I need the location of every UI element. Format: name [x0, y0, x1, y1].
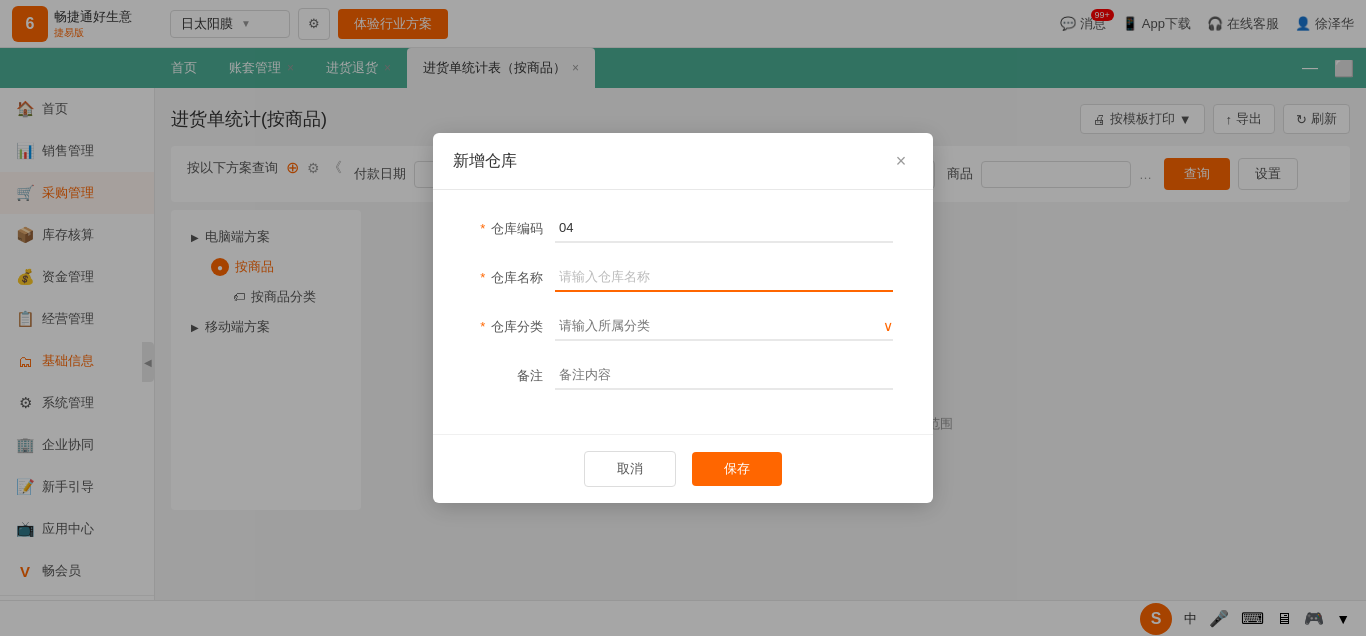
category-dropdown-icon[interactable]: ∨ [883, 318, 893, 334]
warehouse-note-row: 备注 [473, 361, 893, 390]
modal-footer: 取消 保存 [433, 434, 933, 503]
cancel-button[interactable]: 取消 [584, 451, 676, 487]
modal-title: 新增仓库 [453, 151, 517, 172]
warehouse-code-input[interactable] [555, 214, 893, 243]
warehouse-name-row: * 仓库名称 [473, 263, 893, 292]
warehouse-category-select-wrap: ∨ [555, 312, 893, 341]
warehouse-code-row: * 仓库编码 [473, 214, 893, 243]
modal-body: * 仓库编码 * 仓库名称 * 仓库分类 [433, 190, 933, 434]
save-button[interactable]: 保存 [692, 452, 782, 486]
warehouse-category-input[interactable] [555, 312, 883, 339]
modal-overlay: 新增仓库 × * 仓库编码 * 仓库名称 [0, 0, 1366, 636]
warehouse-category-label: * 仓库分类 [473, 318, 543, 336]
warehouse-name-input[interactable] [555, 263, 893, 292]
warehouse-category-row: * 仓库分类 ∨ [473, 312, 893, 341]
modal-header: 新增仓库 × [433, 133, 933, 190]
modal-close-button[interactable]: × [889, 149, 913, 173]
warehouse-note-input[interactable] [555, 361, 893, 390]
warehouse-name-label: * 仓库名称 [473, 269, 543, 287]
warehouse-code-label: * 仓库编码 [473, 220, 543, 238]
new-warehouse-modal: 新增仓库 × * 仓库编码 * 仓库名称 [433, 133, 933, 503]
warehouse-note-label: 备注 [473, 367, 543, 385]
